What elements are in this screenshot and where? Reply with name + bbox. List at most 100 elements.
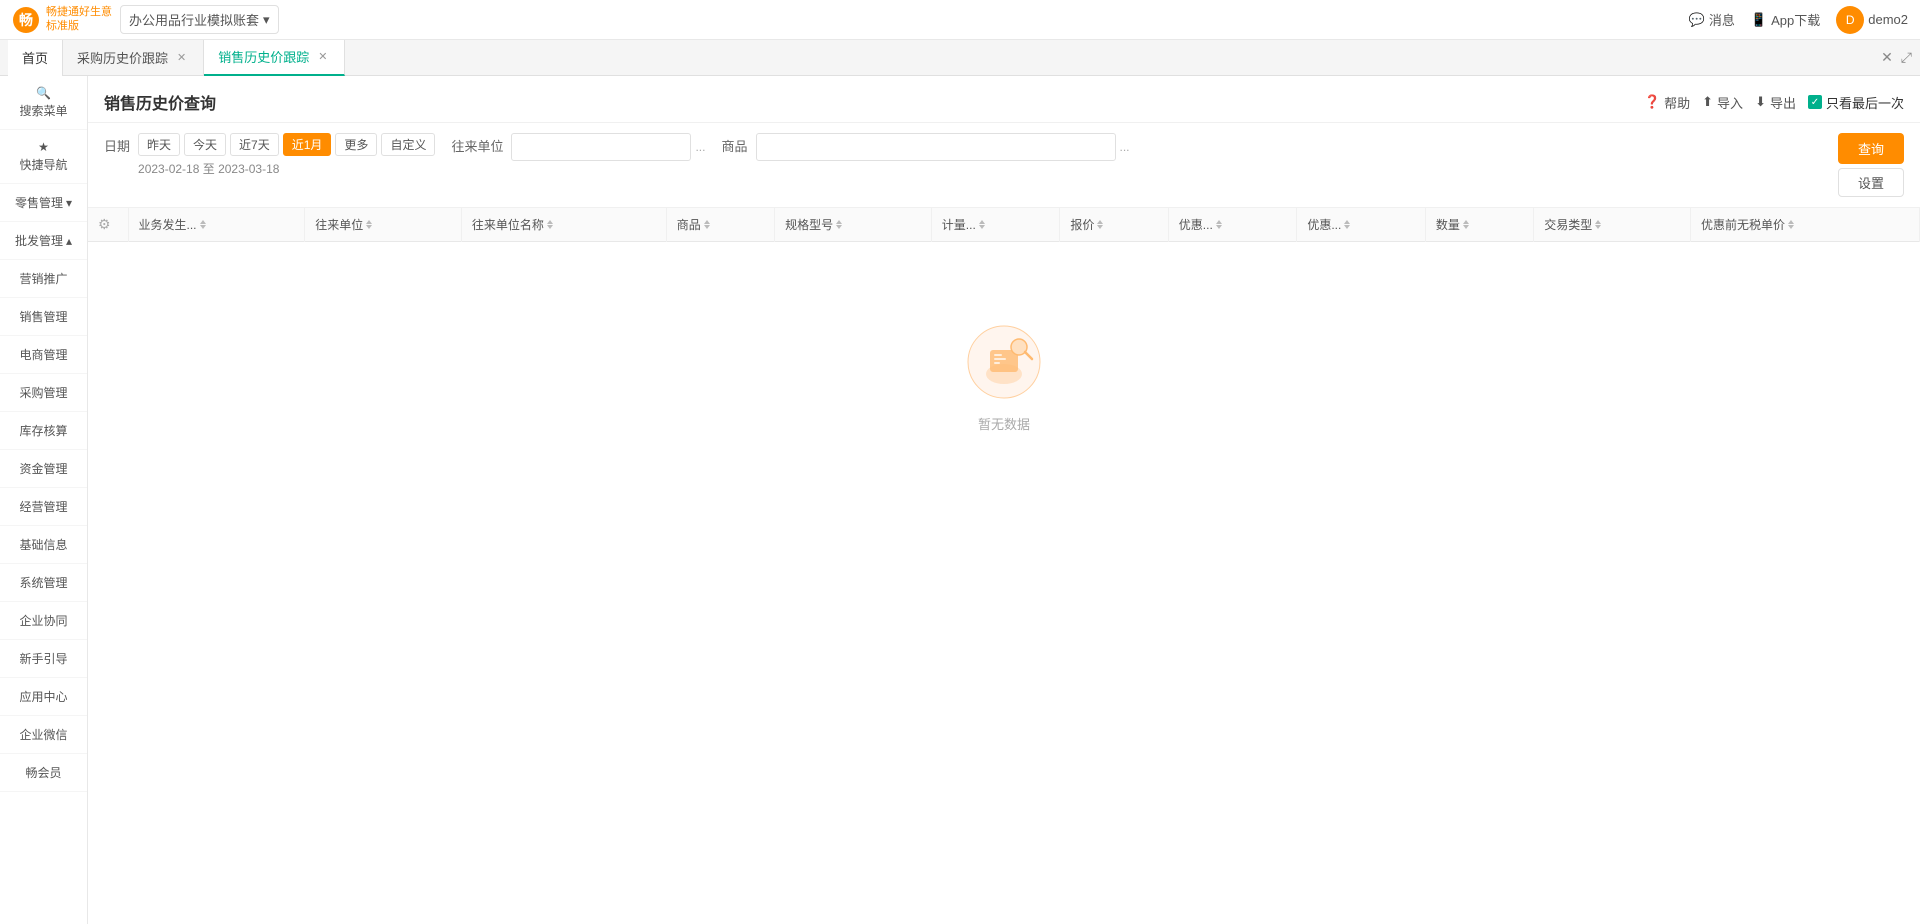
close-all-icon[interactable]: ✕: [1881, 49, 1893, 66]
tab-sales-history[interactable]: 销售历史价跟踪 ✕: [204, 40, 345, 76]
sidebar-item-guide[interactable]: 新手引导: [0, 640, 87, 678]
page-title: 销售历史价查询: [104, 90, 216, 114]
logo-text: 畅捷通好生意 标准版: [46, 6, 112, 32]
page-header: 销售历史价查询 ❓ 帮助 ⬆ 导入 ⬇ 导出 ✓: [88, 76, 1920, 123]
col-trade-type: 交易类型: [1534, 208, 1691, 242]
col-goods: 商品: [666, 208, 774, 242]
sidebar-item-system[interactable]: 系统管理: [0, 564, 87, 602]
main-layout: 🔍 搜索菜单 ★ 快捷导航 零售管理 ▾ 批发管理 ▴ 营销推广 销售管理 电商…: [0, 76, 1920, 924]
app-download-action[interactable]: 📱 App下载: [1751, 10, 1820, 29]
date-btn-more[interactable]: 更多: [335, 133, 377, 156]
sidebar-item-inventory[interactable]: 库存核算: [0, 412, 87, 450]
tab-sales-label: 销售历史价跟踪: [218, 47, 309, 66]
date-buttons: 昨天 今天 近7天 近1月 更多 自定义 2023-02-18 至 2023-0…: [138, 133, 435, 177]
content-area: 销售历史价查询 ❓ 帮助 ⬆ 导入 ⬇ 导出 ✓: [88, 76, 1920, 924]
sort-spec-icon[interactable]: [836, 220, 842, 229]
sidebar-item-wholesale[interactable]: 批发管理 ▴: [0, 222, 87, 260]
sort-quote-icon[interactable]: [1097, 220, 1103, 229]
partner-input-group: ...: [511, 133, 705, 161]
sort-goods-icon[interactable]: [704, 220, 710, 229]
sidebar-item-basic-info[interactable]: 基础信息: [0, 526, 87, 564]
sidebar-item-operations[interactable]: 经营管理: [0, 488, 87, 526]
col-partner-name: 往来单位名称: [461, 208, 666, 242]
page-header-actions: ❓ 帮助 ⬆ 导入 ⬇ 导出 ✓ 只看最后一次: [1644, 93, 1904, 112]
query-button[interactable]: 查询: [1838, 133, 1904, 164]
user-action[interactable]: D demo2: [1836, 6, 1908, 34]
date-range-display: 2023-02-18 至 2023-03-18: [138, 160, 435, 177]
sort-partner-name-icon[interactable]: [547, 220, 553, 229]
empty-illustration: [964, 322, 1044, 402]
sidebar-item-quick-nav[interactable]: ★ 快捷导航: [0, 130, 87, 184]
tab-purchase-close-icon[interactable]: ✕: [174, 50, 189, 65]
sidebar-item-search-menu[interactable]: 🔍 搜索菜单: [0, 76, 87, 130]
sidebar: 🔍 搜索菜单 ★ 快捷导航 零售管理 ▾ 批发管理 ▴ 营销推广 销售管理 电商…: [0, 76, 88, 924]
date-btn-today[interactable]: 今天: [184, 133, 226, 156]
message-action[interactable]: 💬 消息: [1689, 10, 1735, 29]
star-icon: ★: [38, 140, 49, 154]
tab-purchase-label: 采购历史价跟踪: [77, 48, 168, 67]
search-icon: 🔍: [36, 86, 51, 100]
date-btn-last1m[interactable]: 近1月: [283, 133, 332, 156]
goods-filter-label: 商品: [721, 133, 747, 161]
sidebar-item-retail[interactable]: 零售管理 ▾: [0, 184, 87, 222]
retail-chevron-icon: ▾: [66, 196, 72, 210]
date-filter-label: 日期: [104, 133, 130, 161]
data-table: ⚙ 业务发生...: [88, 208, 1920, 242]
sort-trade-type-icon[interactable]: [1595, 220, 1601, 229]
goods-input-group: ...: [756, 133, 1130, 161]
sidebar-item-marketing[interactable]: 营销推广: [0, 260, 87, 298]
goods-input[interactable]: [756, 133, 1116, 161]
sidebar-item-app-center[interactable]: 应用中心: [0, 678, 87, 716]
sort-biz-date-icon[interactable]: [200, 220, 206, 229]
date-row1: 昨天 今天 近7天 近1月 更多 自定义: [138, 133, 435, 156]
workspace-label: 办公用品行业模拟账套: [129, 10, 259, 29]
tab-home[interactable]: 首页: [8, 40, 63, 76]
help-icon: ❓: [1644, 94, 1660, 110]
date-btn-yesterday[interactable]: 昨天: [138, 133, 180, 156]
date-btn-last7[interactable]: 近7天: [230, 133, 279, 156]
import-icon: ⬆: [1702, 94, 1713, 110]
help-action[interactable]: ❓ 帮助: [1644, 93, 1690, 112]
only-last-checkbox[interactable]: ✓ 只看最后一次: [1808, 93, 1904, 112]
sort-pretax-icon[interactable]: [1788, 220, 1794, 229]
import-action[interactable]: ⬆ 导入: [1702, 93, 1743, 112]
column-settings-button[interactable]: ⚙: [98, 216, 111, 233]
top-bar-right: 💬 消息 📱 App下载 D demo2: [1689, 6, 1908, 34]
workspace-selector[interactable]: 办公用品行业模拟账套 ▾: [120, 5, 279, 34]
tab-sales-close-icon[interactable]: ✕: [315, 49, 330, 64]
tab-purchase-history[interactable]: 采购历史价跟踪 ✕: [63, 40, 204, 76]
col-discount2: 优惠...: [1297, 208, 1426, 242]
logo-icon: 畅: [12, 6, 40, 34]
col-pretax: 优惠前无税单价: [1690, 208, 1919, 242]
goods-dots[interactable]: ...: [1120, 140, 1130, 154]
partner-input[interactable]: [511, 133, 691, 161]
col-unit: 计量...: [931, 208, 1060, 242]
logo-area: 畅 畅捷通好生意 标准版: [12, 6, 112, 34]
empty-state: 暂无数据: [88, 242, 1920, 513]
sort-partner-code-icon[interactable]: [366, 220, 372, 229]
chevron-down-icon: ▾: [263, 12, 270, 28]
sidebar-item-sales-mgmt[interactable]: 销售管理: [0, 298, 87, 336]
sidebar-item-purchase[interactable]: 采购管理: [0, 374, 87, 412]
sidebar-item-finance[interactable]: 资金管理: [0, 450, 87, 488]
expand-icon[interactable]: ⤢: [1901, 49, 1912, 66]
settings-button[interactable]: 设置: [1838, 168, 1904, 197]
sidebar-item-member[interactable]: 畅会员: [0, 754, 87, 792]
top-bar: 畅 畅捷通好生意 标准版 办公用品行业模拟账套 ▾ 💬 消息 📱 App下载 D…: [0, 0, 1920, 40]
sidebar-item-enterprise[interactable]: 企业协同: [0, 602, 87, 640]
wholesale-chevron-icon: ▴: [66, 234, 72, 248]
sort-qty-icon[interactable]: [1463, 220, 1469, 229]
message-icon: 💬: [1689, 12, 1705, 28]
sort-unit-icon[interactable]: [979, 220, 985, 229]
sidebar-item-ecommerce[interactable]: 电商管理: [0, 336, 87, 374]
sort-discount2-icon[interactable]: [1344, 220, 1350, 229]
tab-home-label: 首页: [22, 48, 48, 67]
top-bar-left: 畅 畅捷通好生意 标准版 办公用品行业模拟账套 ▾: [12, 5, 279, 34]
export-action[interactable]: ⬇ 导出: [1755, 93, 1796, 112]
date-btn-custom[interactable]: 自定义: [381, 133, 435, 156]
filter-actions: 查询 设置: [1838, 133, 1904, 197]
partner-dots[interactable]: ...: [695, 140, 705, 154]
sort-discount1-icon[interactable]: [1216, 220, 1222, 229]
tab-bar-actions: ✕ ⤢: [1881, 49, 1912, 66]
sidebar-item-wechat[interactable]: 企业微信: [0, 716, 87, 754]
